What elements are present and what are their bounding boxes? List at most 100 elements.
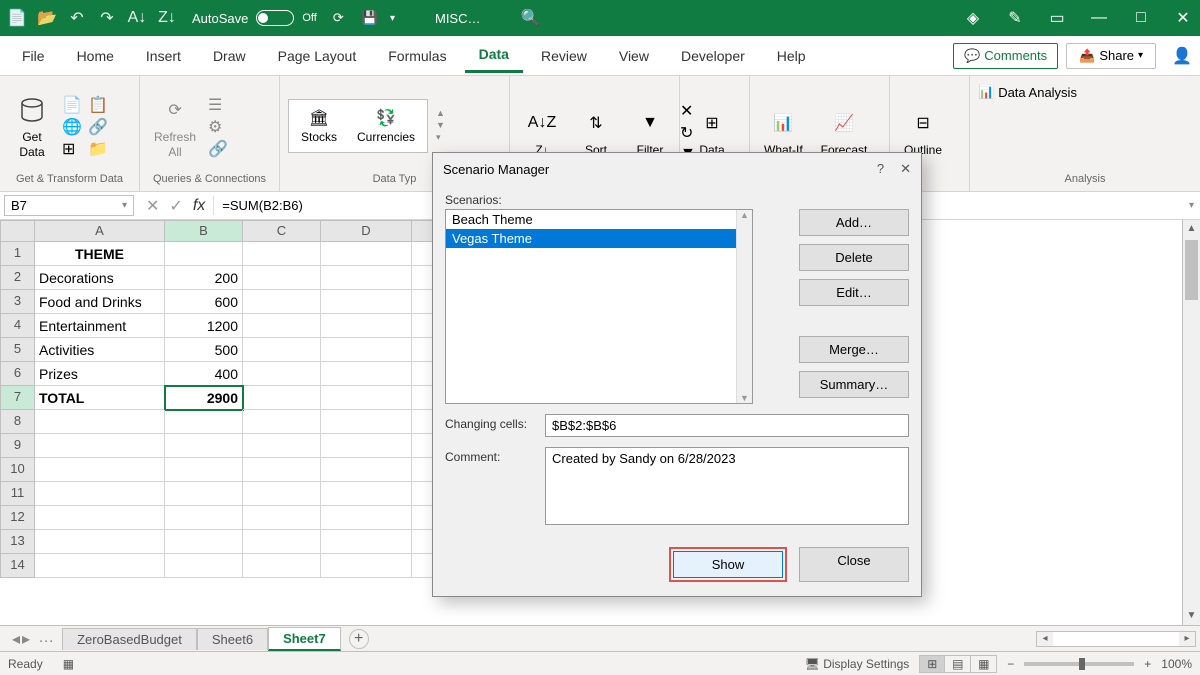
tab-insert[interactable]: Insert	[132, 40, 195, 72]
tab-nav-next-icon[interactable]: ▸	[22, 629, 30, 649]
name-box[interactable]: B7▾	[4, 195, 134, 216]
delete-button[interactable]: Delete	[799, 244, 909, 271]
zoom-slider[interactable]	[1024, 662, 1134, 666]
other-icon[interactable]: 📁	[88, 139, 108, 157]
edit-links-icon[interactable]: 🔗	[208, 139, 228, 157]
scenario-item-vegas[interactable]: Vegas Theme	[446, 229, 752, 248]
row-header[interactable]: 10	[0, 458, 35, 482]
sort-desc-icon[interactable]: Z↓	[158, 9, 176, 27]
scroll-right-icon[interactable]: ▸	[1179, 632, 1195, 646]
undo-icon[interactable]: ↶	[68, 9, 86, 27]
from-web-icon[interactable]: 🌐	[62, 117, 82, 135]
cell[interactable]	[243, 410, 321, 434]
column-header-a[interactable]: A	[35, 220, 165, 242]
cell[interactable]	[165, 434, 243, 458]
scroll-thumb[interactable]	[1185, 240, 1198, 300]
cell[interactable]	[321, 482, 412, 506]
summary-button[interactable]: Summary…	[799, 371, 909, 398]
close-button[interactable]: Close	[799, 547, 909, 582]
cell[interactable]	[321, 242, 412, 266]
column-header-c[interactable]: C	[243, 220, 321, 242]
tab-data[interactable]: Data	[465, 38, 523, 73]
row-header[interactable]: 2	[0, 266, 35, 290]
window-icon[interactable]: ▭	[1048, 9, 1066, 27]
new-file-icon[interactable]: 📄	[8, 9, 26, 27]
minimize-icon[interactable]: —	[1090, 9, 1108, 27]
cell[interactable]	[243, 554, 321, 578]
close-icon[interactable]: ✕	[1174, 9, 1192, 27]
tab-page-layout[interactable]: Page Layout	[264, 40, 371, 72]
cell[interactable]	[165, 410, 243, 434]
scroll-left-icon[interactable]: ◂	[1037, 632, 1053, 646]
hscroll-thumb[interactable]	[1053, 632, 1179, 646]
redo-icon[interactable]: ↷	[98, 9, 116, 27]
cell[interactable]	[35, 554, 165, 578]
tab-file[interactable]: File	[8, 40, 59, 72]
changing-cells-field[interactable]: $B$2:$B$6	[545, 414, 909, 437]
refresh-all-button[interactable]: ⟳ Refresh All	[148, 90, 202, 161]
tab-review[interactable]: Review	[527, 40, 601, 72]
comments-button[interactable]: 💬Comments	[953, 43, 1058, 69]
row-header[interactable]: 12	[0, 506, 35, 530]
cell[interactable]	[321, 506, 412, 530]
cell[interactable]: Decorations	[35, 266, 165, 290]
cell[interactable]	[243, 386, 321, 410]
tab-view[interactable]: View	[605, 40, 663, 72]
scenarios-listbox[interactable]: Beach Theme Vegas Theme ▲▼	[445, 209, 753, 404]
cell[interactable]: Prizes	[35, 362, 165, 386]
gallery-up-icon[interactable]: ▲	[436, 108, 445, 118]
row-header[interactable]: 9	[0, 434, 35, 458]
cell[interactable]	[35, 434, 165, 458]
cell[interactable]	[165, 554, 243, 578]
edit-button[interactable]: Edit…	[799, 279, 909, 306]
chevron-down-icon[interactable]: ▾	[390, 13, 395, 24]
row-header[interactable]: 3	[0, 290, 35, 314]
stocks-type[interactable]: 🏛 Stocks	[301, 108, 337, 144]
close-icon[interactable]: ✕	[900, 161, 911, 177]
row-header[interactable]: 7	[0, 386, 35, 410]
cell[interactable]	[243, 338, 321, 362]
tab-nav-prev-icon[interactable]: ◂	[12, 629, 20, 649]
cell[interactable]	[321, 338, 412, 362]
display-settings-button[interactable]: 🖥 Display Settings	[805, 657, 910, 671]
merge-button[interactable]: Merge…	[799, 336, 909, 363]
cell[interactable]: 1200	[165, 314, 243, 338]
tab-formulas[interactable]: Formulas	[374, 40, 460, 72]
cell[interactable]: Entertainment	[35, 314, 165, 338]
cell[interactable]	[165, 506, 243, 530]
zoom-out-icon[interactable]: −	[1007, 657, 1014, 671]
scroll-down-icon[interactable]: ▼	[1183, 607, 1200, 625]
cell[interactable]	[243, 506, 321, 530]
queries-icon[interactable]: ☰	[208, 95, 228, 113]
cell[interactable]	[321, 458, 412, 482]
diamond-icon[interactable]: ◈	[964, 9, 982, 27]
data-types-gallery[interactable]: 🏛 Stocks 💱 Currencies	[288, 99, 428, 153]
row-header[interactable]: 11	[0, 482, 35, 506]
share-button[interactable]: 📤Share▾	[1066, 43, 1156, 69]
scenario-item-beach[interactable]: Beach Theme	[446, 210, 752, 229]
cell[interactable]	[243, 362, 321, 386]
cell[interactable]	[35, 482, 165, 506]
view-normal-icon[interactable]: ⊞	[919, 655, 945, 673]
enter-icon[interactable]: ✓	[169, 196, 182, 216]
column-header-b[interactable]: B	[165, 220, 243, 242]
cell[interactable]: 2900	[165, 386, 243, 410]
cell[interactable]	[243, 314, 321, 338]
tab-developer[interactable]: Developer	[667, 40, 759, 72]
cell[interactable]	[243, 434, 321, 458]
tab-home[interactable]: Home	[63, 40, 128, 72]
row-header[interactable]: 5	[0, 338, 35, 362]
tab-overflow[interactable]: …	[38, 629, 54, 649]
add-sheet-button[interactable]: +	[349, 629, 369, 649]
fx-icon[interactable]: fx	[193, 197, 205, 215]
macro-icon[interactable]: ▦	[63, 657, 74, 671]
properties-icon[interactable]: ⚙	[208, 117, 228, 135]
gallery-down-icon[interactable]: ▼	[436, 120, 445, 130]
dialog-titlebar[interactable]: Scenario Manager ? ✕	[433, 153, 921, 185]
cell[interactable]: 200	[165, 266, 243, 290]
sheet-tab-zerobasedbudget[interactable]: ZeroBasedBudget	[62, 628, 197, 650]
maximize-icon[interactable]: □	[1132, 9, 1150, 27]
cell[interactable]	[243, 482, 321, 506]
cell[interactable]	[321, 554, 412, 578]
cell[interactable]	[321, 530, 412, 554]
